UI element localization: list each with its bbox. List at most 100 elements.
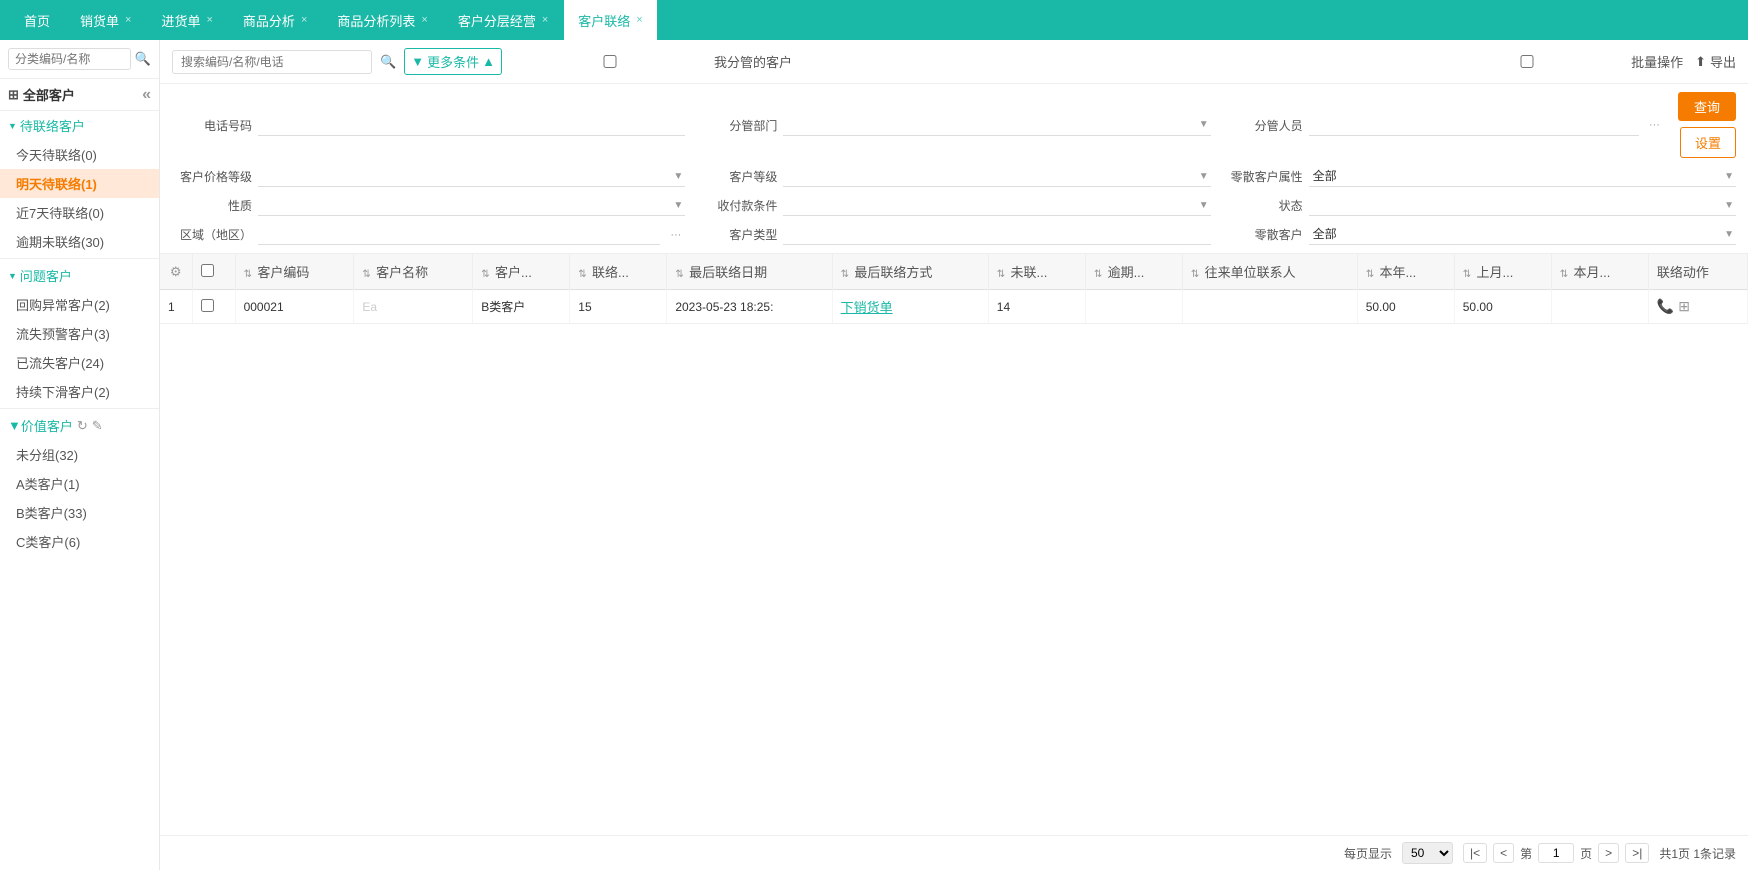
col-contact-person[interactable]: ⇅ 往来单位联系人 — [1182, 254, 1357, 290]
chevron-up-icon: ▲ — [482, 54, 495, 69]
action-more-icon[interactable]: ⊞ — [1678, 298, 1690, 315]
search-icon[interactable]: 🔍 — [380, 54, 396, 70]
my-customers-checkbox[interactable]: 我分管的客户 — [510, 52, 792, 71]
nav-home[interactable]: 首页 — [10, 0, 64, 40]
sidebar-item-declining[interactable]: 持续下滑客户(2) — [0, 377, 159, 406]
filter-row-price-level: 客户价格等级 ▼ — [172, 166, 685, 187]
row-name: Ea — [354, 290, 473, 324]
filter-row-manager: 分管人员 ··· 查询 设置 — [1223, 92, 1736, 158]
row-contact-person — [1182, 290, 1357, 324]
filter-row-customer-type: 客户类型 — [697, 224, 1210, 245]
settings-button[interactable]: 设置 — [1680, 127, 1736, 158]
col-this-month[interactable]: ⇅ 本月... — [1551, 254, 1648, 290]
col-overdue[interactable]: ⇅ 逾期... — [1085, 254, 1182, 290]
row-last-method[interactable]: 下销货单 — [832, 290, 988, 324]
col-last-month[interactable]: ⇅ 上月... — [1454, 254, 1551, 290]
sidebar-item-ungrouped[interactable]: 未分组(32) — [0, 440, 159, 469]
close-customer-contact-icon[interactable]: × — [636, 14, 642, 26]
sort-icon-uncontacted: ⇅ — [997, 269, 1005, 280]
phone-input[interactable] — [258, 115, 685, 136]
row-action[interactable]: 📞 ⊞ — [1648, 290, 1747, 324]
close-purchase-order-icon[interactable]: × — [206, 14, 212, 26]
action-phone-icon[interactable]: 📞 — [1657, 298, 1674, 315]
sidebar-search-icon[interactable]: 🔍 — [135, 51, 151, 67]
nav-customer-tier[interactable]: 客户分层经营 × — [444, 0, 562, 40]
sidebar-item-abnormal-repurchase[interactable]: 回购异常客户(2) — [0, 290, 159, 319]
manager-more-icon[interactable]: ··· — [1645, 117, 1664, 133]
col-code[interactable]: ⇅ 客户编码 — [235, 254, 354, 290]
retail-customer-select[interactable]: 全部 — [1309, 224, 1736, 244]
customer-table: ⚙ ⇅ 客户编码 ⇅ 客户名称 — [160, 254, 1748, 324]
nav-product-analysis-list[interactable]: 商品分析列表 × — [323, 0, 441, 40]
region-select[interactable] — [258, 224, 660, 244]
edit-icon[interactable]: ✎ — [92, 418, 103, 434]
close-product-analysis-icon[interactable]: × — [301, 14, 307, 26]
nav-product-analysis[interactable]: 商品分析 × — [229, 0, 321, 40]
price-level-select-wrap: ▼ — [258, 166, 685, 187]
first-page-btn[interactable]: |< — [1463, 843, 1487, 863]
search-input[interactable] — [172, 50, 372, 74]
page-input[interactable] — [1538, 843, 1574, 863]
filter-row-status: 状态 ▼ — [1223, 195, 1736, 216]
query-button[interactable]: 查询 — [1678, 92, 1736, 121]
region-more-icon[interactable]: ··· — [666, 227, 685, 243]
last-page-btn[interactable]: >| — [1625, 843, 1649, 863]
col-contact-count[interactable]: ⇅ 联络... — [570, 254, 667, 290]
price-level-select[interactable] — [258, 166, 685, 186]
sidebar-item-overdue[interactable]: 逾期未联络(30) — [0, 227, 159, 256]
next-page-btn[interactable]: > — [1598, 843, 1619, 863]
manager-select[interactable] — [1309, 115, 1639, 135]
col-last-date[interactable]: ⇅ 最后联络日期 — [667, 254, 832, 290]
close-customer-tier-icon[interactable]: × — [542, 14, 548, 26]
customer-level-select[interactable] — [783, 166, 1210, 186]
settings-gear-icon[interactable]: ⚙ — [170, 264, 182, 279]
retail-attr-select[interactable]: 全部 — [1309, 166, 1736, 186]
sidebar-item-tomorrow[interactable]: 明天待联络(1) — [0, 169, 159, 198]
row-select-check[interactable] — [201, 299, 214, 312]
top-navigation: 首页 销货单 × 进货单 × 商品分析 × 商品分析列表 × 客户分层经营 × … — [0, 0, 1748, 40]
row-last-date: 2023-05-23 18:25: — [667, 290, 832, 324]
status-select[interactable] — [1309, 195, 1736, 215]
row-overdue — [1085, 290, 1182, 324]
payment-select[interactable] — [783, 195, 1210, 215]
prev-page-btn[interactable]: < — [1493, 843, 1514, 863]
sidebar-item-class-c[interactable]: C类客户(6) — [0, 527, 159, 556]
batch-ops-btn[interactable]: 批量操作 — [1427, 52, 1683, 71]
refresh-icon[interactable]: ↻ — [77, 418, 88, 434]
batch-ops-check[interactable] — [1427, 55, 1627, 68]
sort-icon-last-date: ⇅ — [675, 269, 683, 280]
my-customers-check[interactable] — [510, 55, 710, 68]
select-all-checkbox[interactable] — [201, 264, 214, 277]
filter-row-dept: 分管部门 ▼ — [697, 92, 1210, 158]
export-btn[interactable]: ⬆ 导出 — [1695, 52, 1736, 71]
col-last-method[interactable]: ⇅ 最后联络方式 — [832, 254, 988, 290]
col-uncontacted[interactable]: ⇅ 未联... — [988, 254, 1085, 290]
dept-select[interactable] — [783, 115, 1210, 135]
col-name[interactable]: ⇅ 客户名称 — [354, 254, 473, 290]
sidebar-item-churn-warning[interactable]: 流失预警客户(3) — [0, 319, 159, 348]
customer-type-select[interactable] — [783, 224, 1210, 244]
close-product-list-icon[interactable]: × — [421, 14, 427, 26]
sidebar-item-churned[interactable]: 已流失客户(24) — [0, 348, 159, 377]
gender-select[interactable] — [258, 195, 685, 215]
retail-customer-label: 零散客户 — [1223, 226, 1303, 243]
sidebar-search-input[interactable] — [8, 48, 131, 70]
per-page-select[interactable]: 50100200 — [1402, 842, 1453, 864]
nav-customer-contact[interactable]: 客户联络 × — [564, 0, 656, 40]
close-sales-order-icon[interactable]: × — [125, 14, 131, 26]
sidebar-item-class-a[interactable]: A类客户(1) — [0, 469, 159, 498]
sidebar-item-class-b[interactable]: B类客户(33) — [0, 498, 159, 527]
row-type: B类客户 — [473, 290, 570, 324]
manager-label: 分管人员 — [1223, 117, 1303, 134]
nav-purchase-order[interactable]: 进货单 × — [147, 0, 226, 40]
row-checkbox[interactable] — [192, 290, 235, 324]
sidebar-item-today[interactable]: 今天待联络(0) — [0, 140, 159, 169]
more-conditions-btn[interactable]: ▼ 更多条件 ▲ — [404, 48, 502, 75]
collapse-sidebar-icon[interactable]: « — [142, 86, 151, 104]
row-this-year: 50.00 — [1357, 290, 1454, 324]
col-type[interactable]: ⇅ 客户... — [473, 254, 570, 290]
sidebar-item-7days[interactable]: 近7天待联络(0) — [0, 198, 159, 227]
row-contact-count: 15 — [570, 290, 667, 324]
nav-sales-order[interactable]: 销货单 × — [66, 0, 145, 40]
col-this-year[interactable]: ⇅ 本年... — [1357, 254, 1454, 290]
